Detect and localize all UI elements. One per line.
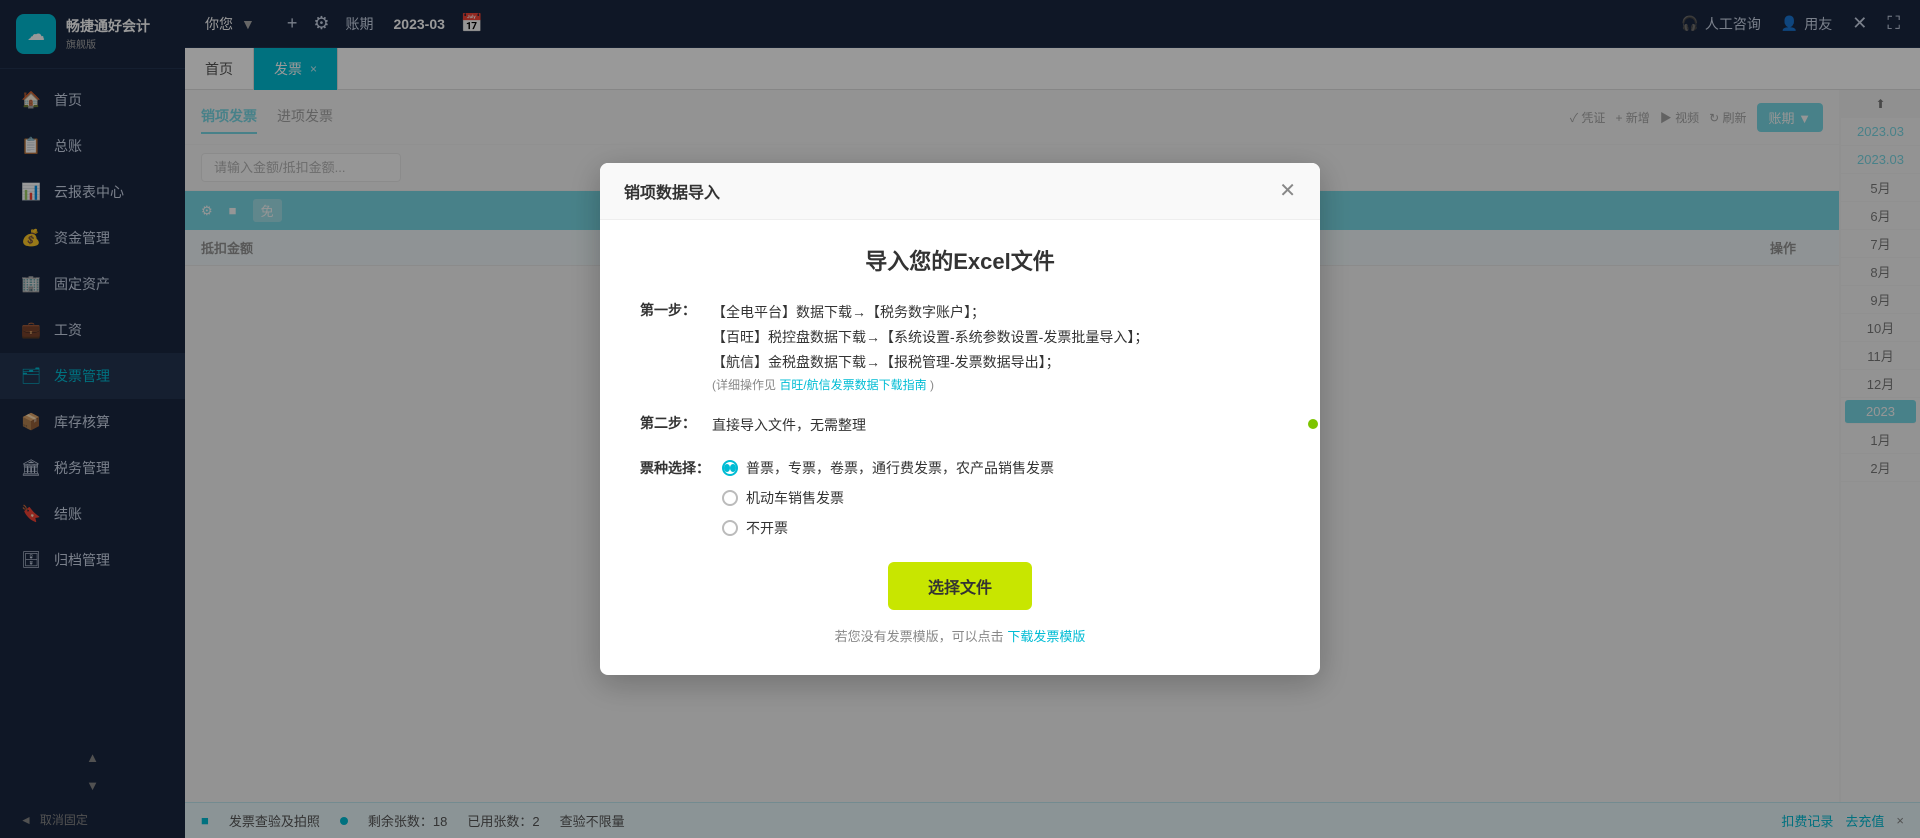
modal-overlay: 销项数据导入 ✕ 导入您的Excel文件 第一步： 【全电平台】数据下载→【税务…	[185, 90, 1920, 802]
modal-body: 导入您的Excel文件 第一步： 【全电平台】数据下载→【税务数字账户】； 【百…	[600, 220, 1320, 675]
radio-group: 普票，专票，卷票，通行费发票，农产品销售发票 机动车销售发票	[722, 458, 1054, 538]
step2-row: 第二步： 直接导入文件，无需整理	[640, 413, 1280, 438]
radio-item-2[interactable]: 机动车销售发票	[722, 488, 1054, 508]
modal-close-btn[interactable]: ✕	[1279, 181, 1296, 201]
radio-label-3: 不开票	[746, 518, 788, 538]
step1-hint: (详细操作见 百旺/航信发票数据下载指南 )	[712, 375, 1148, 397]
step1-content: 【全电平台】数据下载→【税务数字账户】； 【百旺】税控盘数据下载→【系统设置-系…	[712, 300, 1148, 397]
radio-circle-2	[722, 490, 738, 506]
radio-circle-3	[722, 520, 738, 536]
content-area: 销项发票 进项发票 ✓ 凭证 + 新增 ▶ 视频 ↻ 刷新 账期 ▼	[185, 90, 1920, 802]
ticket-selection: 票种选择： 普票，专票，卷票，通行费发票，农产品销售发票	[640, 458, 1280, 538]
radio-label-2: 机动车销售发票	[746, 488, 844, 508]
download-template-link[interactable]: 下载发票模版	[1007, 629, 1085, 644]
step1-label: 第一步：	[640, 300, 700, 320]
guide-link[interactable]: 百旺/航信发票数据下载指南	[779, 378, 926, 392]
modal-title: 销项数据导入	[624, 179, 720, 203]
modal-header: 销项数据导入 ✕	[600, 163, 1320, 220]
radio-item-1[interactable]: 普票，专票，卷票，通行费发票，农产品销售发票	[722, 458, 1054, 478]
radio-item-3[interactable]: 不开票	[722, 518, 1054, 538]
import-modal: 销项数据导入 ✕ 导入您的Excel文件 第一步： 【全电平台】数据下载→【税务…	[600, 163, 1320, 675]
main-content: 你您 ▼ + ⚙ 账期 2023-03 📅 🎧 人工咨询 👤 用友 ✕	[185, 0, 1920, 838]
step1-line1: 【全电平台】数据下载→【税务数字账户】；	[712, 300, 1148, 325]
ticket-label: 票种选择：	[640, 458, 710, 478]
tooltip-container: × 现在支持的票种多了，导入发票时别忘了选择正确的发票类型呀！	[1306, 383, 1320, 466]
import-title: 导入您的Excel文件	[640, 244, 1280, 276]
download-hint: 若您没有发票模版，可以点击 下载发票模版	[640, 626, 1280, 645]
radio-circle-1	[722, 460, 738, 476]
step1-line3: 【航信】金税盘数据下载→【报税管理-发票数据导出】；	[712, 350, 1148, 375]
select-file-button[interactable]: 选择文件	[888, 562, 1032, 610]
step2-content: 直接导入文件，无需整理	[712, 413, 866, 438]
step2-label: 第二步：	[640, 413, 700, 433]
radio-label-1: 普票，专票，卷票，通行费发票，农产品销售发票	[746, 458, 1054, 478]
step1-line2: 【百旺】税控盘数据下载→【系统设置-系统参数设置-发票批量导入】；	[712, 325, 1148, 350]
tooltip-dot	[1306, 417, 1320, 431]
step1-row: 第一步： 【全电平台】数据下载→【税务数字账户】； 【百旺】税控盘数据下载→【系…	[640, 300, 1280, 397]
